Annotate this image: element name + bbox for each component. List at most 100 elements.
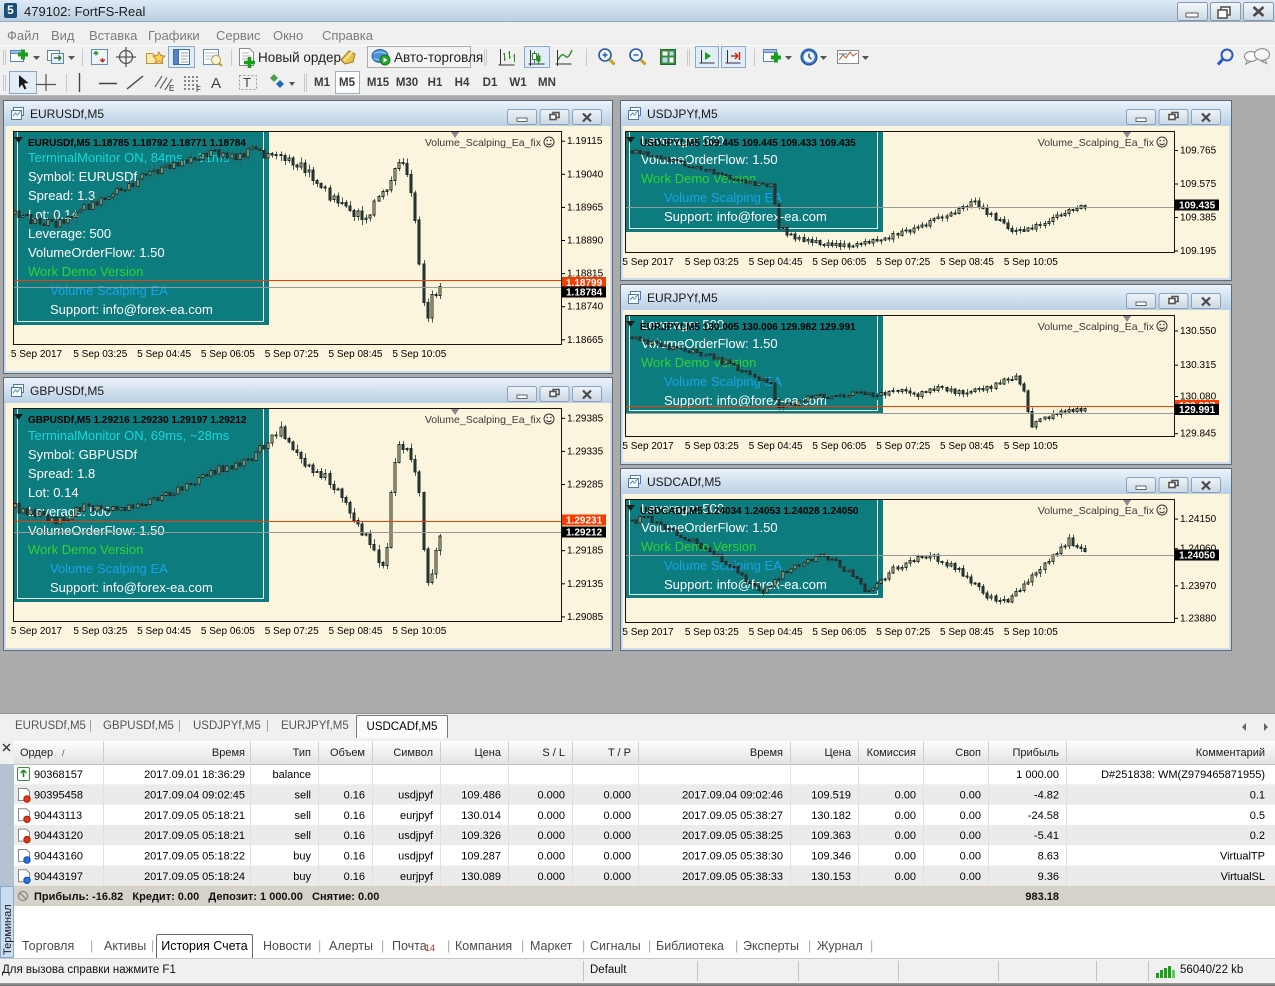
- svg-text:1.29185: 1.29185: [567, 546, 604, 557]
- svg-text:109.363: 109.363: [811, 830, 851, 842]
- svg-text:F: F: [196, 85, 201, 94]
- svg-text:1.23880: 1.23880: [1180, 613, 1217, 624]
- svg-text:5 Sep 03:25: 5 Sep 03:25: [73, 349, 127, 360]
- svg-text:5 Sep 04:45: 5 Sep 04:45: [137, 626, 191, 637]
- svg-text:USDJPYf,M5: USDJPYf,M5: [647, 107, 718, 121]
- svg-text:1.29385: 1.29385: [567, 413, 604, 424]
- svg-text:5 Sep 10:05: 5 Sep 10:05: [1004, 257, 1058, 268]
- svg-text:2017.09.05 05:38:27: 2017.09.05 05:38:27: [682, 810, 783, 822]
- svg-text:1.29285: 1.29285: [567, 480, 604, 491]
- svg-text:buy: buy: [293, 871, 311, 883]
- svg-text:1.29212: 1.29212: [566, 528, 603, 539]
- svg-text:5 Sep 07:25: 5 Sep 07:25: [265, 349, 319, 360]
- svg-text:Комиссия: Комиссия: [867, 747, 916, 759]
- svg-text:2017.09.05 05:18:22: 2017.09.05 05:18:22: [144, 851, 245, 863]
- svg-text:1.18965: 1.18965: [567, 202, 604, 213]
- svg-text:T: T: [243, 75, 251, 90]
- svg-text:90368157: 90368157: [34, 769, 83, 781]
- svg-text:5 Sep 04:45: 5 Sep 04:45: [137, 349, 191, 360]
- svg-text:USDCADf,M5: USDCADf,M5: [647, 475, 721, 489]
- svg-text:Work Demo Version: Work Demo Version: [641, 171, 756, 186]
- svg-text:Volume Scalping EA: Volume Scalping EA: [664, 374, 782, 389]
- svg-text:109.346: 109.346: [811, 851, 851, 863]
- svg-text:109.435: 109.435: [1179, 201, 1216, 212]
- svg-text:0.16: 0.16: [344, 871, 365, 883]
- svg-text:0.00: 0.00: [895, 790, 916, 802]
- svg-text:5 Sep 08:45: 5 Sep 08:45: [940, 441, 994, 452]
- svg-text:0.000: 0.000: [603, 851, 631, 863]
- svg-text:0.16: 0.16: [344, 830, 365, 842]
- svg-text:0.16: 0.16: [344, 810, 365, 822]
- svg-text:1.23970: 1.23970: [1180, 581, 1217, 592]
- svg-text:Volume Scalping EA: Volume Scalping EA: [50, 283, 168, 298]
- svg-text:9.36: 9.36: [1038, 871, 1059, 883]
- svg-text:0.000: 0.000: [603, 790, 631, 802]
- svg-text:sell: sell: [294, 830, 311, 842]
- svg-text:5 Sep 10:05: 5 Sep 10:05: [392, 349, 446, 360]
- svg-text:sell: sell: [294, 790, 311, 802]
- svg-text:5 Sep 06:05: 5 Sep 06:05: [812, 257, 866, 268]
- svg-text:TerminalMonitor ON, 69ms, ~28m: TerminalMonitor ON, 69ms, ~28ms: [28, 428, 230, 443]
- svg-text:EURJPYf,M5: EURJPYf,M5: [647, 291, 718, 305]
- svg-text:5 Sep 07:25: 5 Sep 07:25: [876, 441, 930, 452]
- svg-text:90443197: 90443197: [34, 871, 83, 883]
- svg-text:0.000: 0.000: [603, 871, 631, 883]
- svg-text:2017.09.05 05:18:24: 2017.09.05 05:18:24: [144, 871, 245, 883]
- svg-text:Work Demo Version: Work Demo Version: [28, 542, 143, 557]
- svg-text:Volume_Scalping_Ea_fix: Volume_Scalping_Ea_fix: [1038, 321, 1155, 333]
- svg-text:0.00: 0.00: [895, 810, 916, 822]
- svg-text:1.24150: 1.24150: [1180, 514, 1217, 525]
- svg-text:1.29231: 1.29231: [566, 516, 603, 527]
- svg-text:90443113: 90443113: [34, 810, 82, 822]
- svg-text:Support: info@forex-ea.com: Support: info@forex-ea.com: [50, 302, 213, 317]
- svg-text:MN: MN: [538, 77, 556, 89]
- svg-text:Symbol: EURUSDf: Symbol: EURUSDf: [28, 169, 137, 184]
- svg-text:1.29085: 1.29085: [567, 612, 604, 623]
- svg-text:0.5: 0.5: [1250, 810, 1265, 822]
- svg-text:Время: Время: [212, 747, 245, 759]
- svg-text:Своп: Своп: [955, 747, 981, 759]
- svg-text:5 Sep 04:45: 5 Sep 04:45: [749, 441, 803, 452]
- svg-text:0.00: 0.00: [960, 851, 981, 863]
- svg-text:usdjpyf: usdjpyf: [398, 851, 434, 863]
- svg-text:1.29335: 1.29335: [567, 446, 604, 457]
- svg-text:5 Sep 2017: 5 Sep 2017: [622, 257, 674, 268]
- svg-text:M1: M1: [314, 77, 331, 89]
- svg-text:Авто-торговля: Авто-торговля: [394, 50, 483, 65]
- svg-text:Support: info@forex-ea.com: Support: info@forex-ea.com: [664, 393, 827, 408]
- svg-text:2017.09.05 05:38:25: 2017.09.05 05:38:25: [682, 830, 783, 842]
- svg-text:0.000: 0.000: [603, 830, 631, 842]
- svg-text:buy: buy: [293, 851, 311, 863]
- svg-text:130.315: 130.315: [1180, 360, 1217, 371]
- svg-text:H1: H1: [428, 77, 443, 89]
- svg-text:Терминал: Терминал: [2, 904, 14, 955]
- svg-text:GBPUSDf,M5 1.29216 1.29230 1.: GBPUSDf,M5 1.29216 1.29230 1.29197 1.292…: [28, 415, 247, 426]
- svg-text:Volume_Scalping_Ea_fix: Volume_Scalping_Ea_fix: [1038, 137, 1155, 149]
- svg-text:A: A: [211, 75, 221, 92]
- svg-text:109.326: 109.326: [461, 830, 501, 842]
- svg-text:Volume Scalping EA: Volume Scalping EA: [664, 190, 782, 205]
- svg-text:0.2: 0.2: [1250, 830, 1265, 842]
- svg-text:0.00: 0.00: [895, 851, 916, 863]
- svg-text:130.182: 130.182: [811, 810, 851, 822]
- svg-text:VirtualTP: VirtualTP: [1220, 851, 1265, 863]
- svg-text:109.195: 109.195: [1180, 246, 1217, 257]
- svg-text:90395458: 90395458: [34, 790, 83, 802]
- svg-text:5 Sep 03:25: 5 Sep 03:25: [73, 626, 127, 637]
- svg-text:EURJPYf,M5 130.005 130.006 12: EURJPYf,M5 130.005 130.006 129.982 129.9…: [640, 322, 856, 333]
- svg-text:VirtualSL: VirtualSL: [1221, 871, 1265, 883]
- svg-text:1.24050: 1.24050: [1179, 551, 1216, 562]
- svg-text:Ордер: Ордер: [20, 747, 53, 759]
- svg-text:5 Sep 07:25: 5 Sep 07:25: [876, 257, 930, 268]
- svg-text:1.18740: 1.18740: [567, 302, 604, 313]
- svg-text:S / L: S / L: [542, 747, 565, 759]
- svg-text:109.575: 109.575: [1180, 179, 1217, 190]
- svg-text:GBPUSDf,M5: GBPUSDf,M5: [30, 384, 104, 398]
- svg-text:0.000: 0.000: [537, 830, 565, 842]
- svg-text:5 Sep 06:05: 5 Sep 06:05: [812, 627, 866, 638]
- svg-text:balance: balance: [272, 769, 311, 781]
- svg-text:5 Sep 08:45: 5 Sep 08:45: [329, 626, 383, 637]
- svg-text:0.000: 0.000: [537, 810, 565, 822]
- svg-text:2017.09.05 05:38:33: 2017.09.05 05:38:33: [682, 871, 783, 883]
- svg-text:1.19040: 1.19040: [567, 169, 604, 180]
